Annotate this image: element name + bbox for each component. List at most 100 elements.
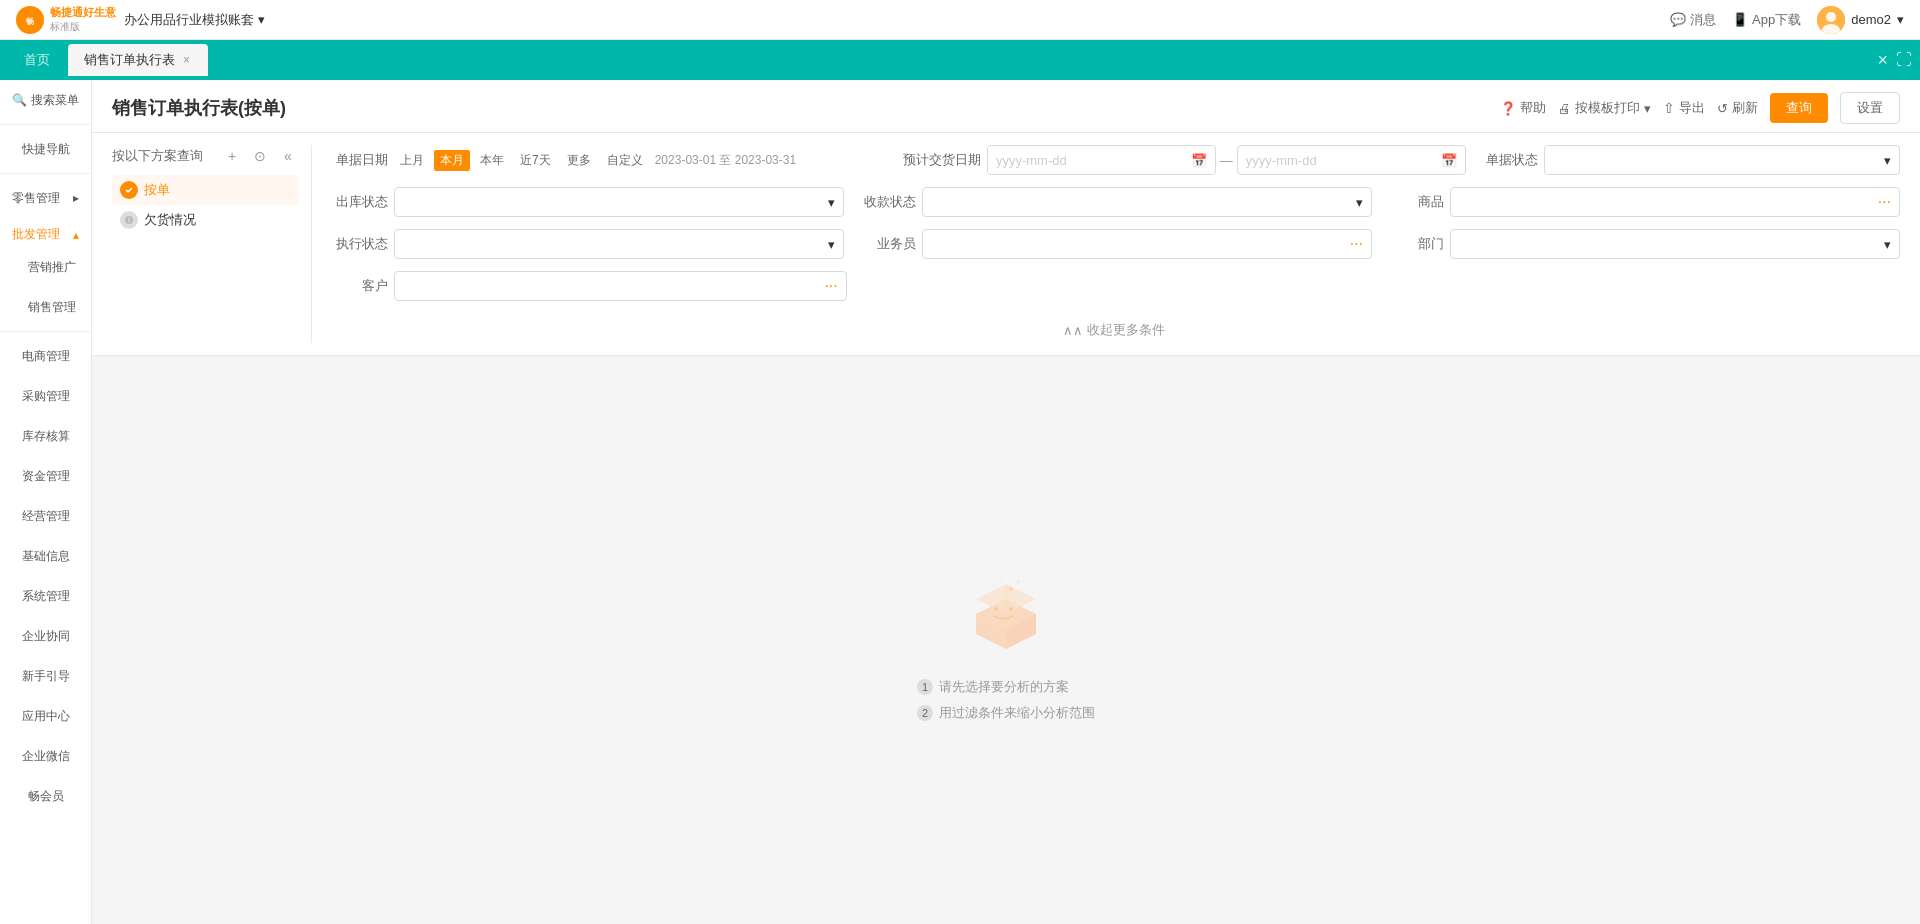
payment-status-select[interactable]: ▾ bbox=[922, 187, 1372, 217]
order-status-select[interactable]: ▾ bbox=[1544, 145, 1900, 175]
sidebar-item-ecommerce[interactable]: 电商管理 bbox=[0, 336, 91, 376]
expected-date-end[interactable]: yyyy-mm-dd 📅 bbox=[1237, 145, 1466, 175]
customer-select[interactable]: ··· bbox=[394, 271, 847, 301]
ship-status-chevron: ▾ bbox=[828, 195, 835, 210]
exec-status-select[interactable]: ▾ bbox=[394, 229, 844, 259]
date-label: 单据日期 bbox=[328, 151, 388, 169]
ship-status-select[interactable]: ▾ bbox=[394, 187, 844, 217]
svg-point-16 bbox=[1000, 578, 1002, 580]
refresh-icon: ↺ bbox=[1717, 101, 1728, 116]
edit-scheme-btn[interactable]: ⊙ bbox=[249, 145, 271, 167]
filter-scheme-title: 按以下方案查询 bbox=[112, 147, 203, 165]
expected-date-start[interactable]: yyyy-mm-dd 📅 bbox=[987, 145, 1216, 175]
svg-point-18 bbox=[1009, 607, 1013, 611]
date-tab-more[interactable]: 更多 bbox=[561, 150, 597, 171]
svg-point-17 bbox=[994, 607, 998, 611]
query-button[interactable]: 查询 bbox=[1770, 93, 1828, 123]
goods-dots-icon: ··· bbox=[1878, 193, 1891, 211]
maximize-icon[interactable]: ⛶ bbox=[1896, 51, 1912, 69]
tab-sales-exec[interactable]: 销售订单执行表 × bbox=[68, 44, 208, 76]
settings-button[interactable]: 设置 bbox=[1840, 92, 1900, 124]
tab-home-label: 首页 bbox=[24, 51, 50, 69]
add-scheme-btn[interactable]: + bbox=[221, 145, 243, 167]
exec-status-chevron: ▾ bbox=[828, 237, 835, 252]
export-btn[interactable]: ⇧ 导出 bbox=[1663, 99, 1705, 117]
refresh-btn[interactable]: ↺ 刷新 bbox=[1717, 99, 1758, 117]
page-title: 销售订单执行表(按单) bbox=[112, 96, 286, 120]
close-all-tabs-icon[interactable]: × bbox=[1877, 50, 1888, 71]
collapse-more-btn[interactable]: ∧∧ 收起更多条件 bbox=[328, 313, 1900, 343]
sidebar-item-system[interactable]: 系统管理 bbox=[0, 576, 91, 616]
scheme-by-order[interactable]: 按单 bbox=[112, 175, 299, 205]
date-tab-lastmonth[interactable]: 上月 bbox=[394, 150, 430, 171]
sidebar-item-purchase[interactable]: 采购管理 bbox=[0, 376, 91, 416]
calendar-icon-start: 📅 bbox=[1191, 153, 1207, 168]
date-tab-custom[interactable]: 自定义 bbox=[601, 150, 649, 171]
sidebar-item-enterprise[interactable]: 企业协同 bbox=[0, 616, 91, 656]
dept-select[interactable]: ▾ bbox=[1450, 229, 1900, 259]
collapse-scheme-btn[interactable]: « bbox=[277, 145, 299, 167]
salesperson-dots-icon: ··· bbox=[1350, 235, 1363, 253]
sidebar-item-apps[interactable]: 应用中心 bbox=[0, 696, 91, 736]
salesperson-select[interactable]: ··· bbox=[922, 229, 1372, 259]
app-download-btn[interactable]: 📱 App下载 bbox=[1732, 11, 1801, 29]
sidebar: 🔍 搜索菜单 快捷导航 零售管理 ▸ 批发管理 ▴ 营销推广 销售管理 电商管理… bbox=[0, 80, 92, 924]
svg-text:畅: 畅 bbox=[26, 16, 34, 25]
empty-tip-1: 1 请先选择要分析的方案 bbox=[917, 674, 1095, 700]
collapse-icon: ∧∧ bbox=[1063, 323, 1083, 338]
industry-select[interactable]: 办公用品行业模拟账套 ▾ bbox=[124, 11, 265, 29]
sidebar-item-guide[interactable]: 新手引导 bbox=[0, 656, 91, 696]
user-menu[interactable]: demo2 ▾ bbox=[1817, 6, 1904, 34]
expected-date-range: yyyy-mm-dd 📅 — yyyy-mm-dd 📅 bbox=[987, 145, 1466, 175]
message-btn[interactable]: 💬 消息 bbox=[1670, 11, 1716, 29]
date-range-text: 2023-03-01 至 2023-03-31 bbox=[655, 152, 796, 169]
filter-goods-field: 商品 ··· bbox=[1384, 187, 1900, 217]
sidebar-item-wechat[interactable]: 企业微信 bbox=[0, 736, 91, 776]
sidebar-item-sales[interactable]: 销售管理 bbox=[0, 287, 91, 327]
user-chevron-icon: ▾ bbox=[1897, 12, 1904, 27]
order-status-label: 单据状态 bbox=[1478, 151, 1538, 169]
chevron-up-icon: ▴ bbox=[73, 228, 79, 242]
filter-row-4: 客户 ··· bbox=[328, 271, 1900, 301]
sidebar-item-vip[interactable]: 畅会员 bbox=[0, 776, 91, 816]
expected-date-label: 预计交货日期 bbox=[903, 151, 981, 169]
sidebar-item-operation[interactable]: 经营管理 bbox=[0, 496, 91, 536]
sidebar-item-marketing[interactable]: 营销推广 bbox=[0, 247, 91, 287]
help-btn[interactable]: ❓ 帮助 bbox=[1500, 99, 1546, 117]
filter-customer-field: 客户 ··· bbox=[328, 271, 847, 301]
empty-tips: 1 请先选择要分析的方案 2 用过滤条件来缩小分析范围 bbox=[917, 674, 1095, 726]
scheme-dot-gray: ! bbox=[120, 211, 138, 229]
print-btn[interactable]: 🖨 按模板打印 ▾ bbox=[1558, 99, 1651, 117]
filter-payment-status-field: 收款状态 ▾ bbox=[856, 187, 1372, 217]
filter-row-2: 出库状态 ▾ 收款状态 ▾ bbox=[328, 187, 1900, 217]
page-header: 销售订单执行表(按单) ❓ 帮助 🖨 按模板打印 ▾ ⇧ 导出 ↺ 刷新 bbox=[92, 80, 1920, 133]
filter-scheme-selector: 按以下方案查询 + ⊙ « 按单 bbox=[112, 145, 312, 343]
sidebar-group-wholesale[interactable]: 批发管理 ▴ bbox=[0, 218, 91, 247]
filter-salesperson-field: 业务员 ··· bbox=[856, 229, 1372, 259]
sidebar-search[interactable]: 🔍 搜索菜单 bbox=[0, 80, 91, 120]
date-tab-7days[interactable]: 近7天 bbox=[514, 150, 557, 171]
filter-ship-status-field: 出库状态 ▾ bbox=[328, 187, 844, 217]
date-tab-thismonth[interactable]: 本月 bbox=[434, 150, 470, 171]
scheme-by-debt[interactable]: ! 欠货情况 bbox=[112, 205, 299, 235]
tab-sales-exec-label: 销售订单执行表 bbox=[84, 51, 175, 69]
logo-area[interactable]: 畅 畅捷通好生意 标准版 bbox=[16, 5, 116, 34]
sidebar-item-basic[interactable]: 基础信息 bbox=[0, 536, 91, 576]
avatar bbox=[1817, 6, 1845, 34]
close-tab-icon[interactable]: × bbox=[181, 51, 192, 69]
tab-home[interactable]: 首页 bbox=[8, 44, 66, 76]
filter-conditions: 单据日期 上月 本月 本年 近7天 更多 自定义 20 bbox=[312, 145, 1900, 343]
logo-icon: 畅 bbox=[16, 6, 44, 34]
industry-label: 办公用品行业模拟账套 bbox=[124, 11, 254, 29]
svg-point-14 bbox=[1009, 587, 1013, 591]
sidebar-item-finance[interactable]: 资金管理 bbox=[0, 456, 91, 496]
phone-icon: 📱 bbox=[1732, 12, 1748, 27]
sidebar-item-inventory[interactable]: 库存核算 bbox=[0, 416, 91, 456]
sidebar-item-retail[interactable]: 零售管理 ▸ bbox=[0, 178, 91, 218]
chat-icon: 💬 bbox=[1670, 12, 1686, 27]
date-tab-thisyear[interactable]: 本年 bbox=[474, 150, 510, 171]
sidebar-item-quicknav[interactable]: 快捷导航 bbox=[0, 129, 91, 169]
date-tabs: 上月 本月 本年 近7天 更多 自定义 bbox=[394, 150, 649, 171]
filter-panel: 按以下方案查询 + ⊙ « 按单 bbox=[92, 133, 1920, 356]
goods-select[interactable]: ··· bbox=[1450, 187, 1900, 217]
